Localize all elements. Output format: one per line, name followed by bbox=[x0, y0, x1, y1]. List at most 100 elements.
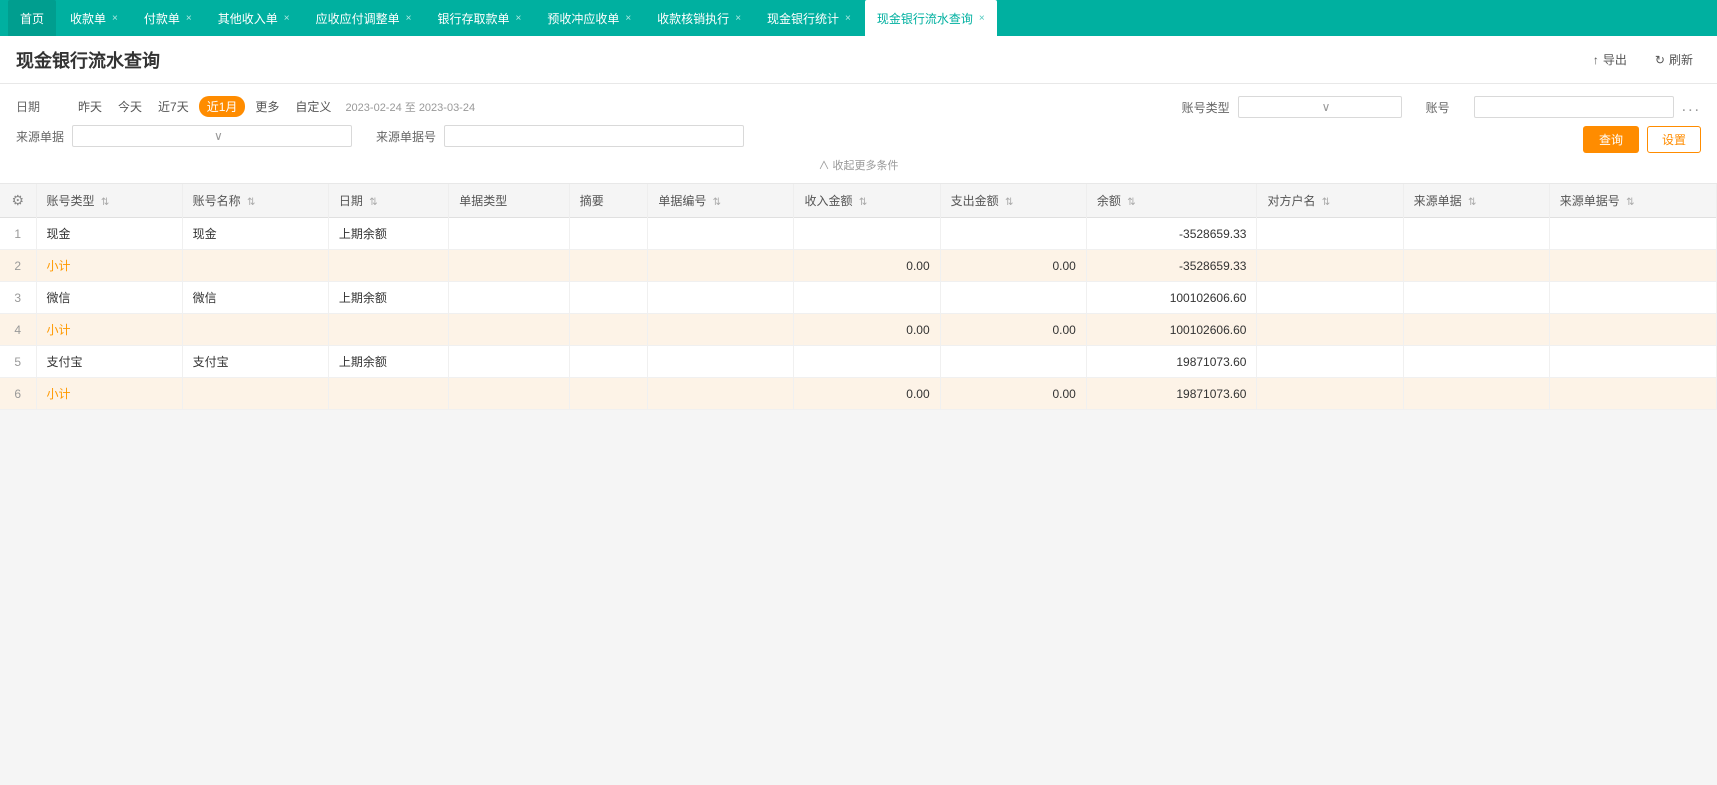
col-settings[interactable]: ⚙ bbox=[0, 184, 36, 218]
page-title: 现金银行流水查询 bbox=[16, 47, 160, 73]
account-label: 账号 bbox=[1426, 99, 1466, 116]
row-number: 6 bbox=[0, 378, 36, 410]
date-options: 昨天 今天 近7天 近1月 更多 自定义 2023-02-24 至 2023-0… bbox=[72, 96, 475, 117]
cell-income bbox=[794, 282, 940, 314]
source-doc-select[interactable]: ∨ bbox=[72, 125, 352, 147]
cell-counterparty bbox=[1257, 378, 1403, 410]
close-icon[interactable]: × bbox=[845, 13, 851, 24]
nav-tab-home[interactable]: 首页 bbox=[8, 0, 56, 36]
cell-summary bbox=[569, 218, 648, 250]
col-counterparty[interactable]: 对方户名 ⇅ bbox=[1257, 184, 1403, 218]
date-option-custom[interactable]: 自定义 bbox=[289, 96, 337, 117]
nav-tab-shoukuan-label: 收款单 bbox=[70, 10, 106, 27]
col-doc-type-label: 单据类型 bbox=[459, 194, 507, 208]
cell-source-doc bbox=[1403, 346, 1549, 378]
close-icon[interactable]: × bbox=[735, 13, 741, 24]
close-icon[interactable]: × bbox=[112, 13, 118, 24]
cell-account-type: 小计 bbox=[36, 378, 182, 410]
cell-account-name: 现金 bbox=[182, 218, 328, 250]
account-type-label: 账号类型 bbox=[1182, 99, 1230, 116]
nav-tab-shoukuan[interactable]: 收款单 × bbox=[58, 0, 130, 36]
nav-tab-fukuan[interactable]: 付款单 × bbox=[132, 0, 204, 36]
sort-icon: ⇅ bbox=[247, 197, 255, 208]
col-expense[interactable]: 支出金额 ⇅ bbox=[940, 184, 1086, 218]
sort-icon: ⇅ bbox=[1005, 197, 1013, 208]
close-icon[interactable]: × bbox=[406, 13, 412, 24]
close-icon[interactable]: × bbox=[625, 13, 631, 24]
gear-icon[interactable]: ⚙ bbox=[11, 192, 24, 208]
refresh-button[interactable]: ↻ 刷新 bbox=[1647, 47, 1701, 72]
close-icon[interactable]: × bbox=[979, 13, 985, 24]
cell-source-doc-no bbox=[1549, 218, 1716, 250]
cell-doc-type bbox=[449, 218, 569, 250]
cell-source-doc bbox=[1403, 378, 1549, 410]
nav-tab-liushui-label: 现金银行流水查询 bbox=[877, 10, 973, 27]
cell-doc-no bbox=[648, 314, 794, 346]
date-option-more[interactable]: 更多 bbox=[249, 96, 285, 117]
date-option-yesterday[interactable]: 昨天 bbox=[72, 96, 108, 117]
nav-tab-shoukuanhexiao-label: 收款核销执行 bbox=[657, 10, 729, 27]
account-dots-button[interactable]: ... bbox=[1682, 98, 1701, 116]
col-income[interactable]: 收入金额 ⇅ bbox=[794, 184, 940, 218]
col-source-doc-no[interactable]: 来源单据号 ⇅ bbox=[1549, 184, 1716, 218]
account-group: 账号 ... bbox=[1426, 96, 1701, 118]
collapse-bar[interactable]: ∧ 收起更多条件 bbox=[16, 153, 1701, 175]
cell-date bbox=[328, 250, 448, 282]
col-account-type[interactable]: 账号类型 ⇅ bbox=[36, 184, 182, 218]
date-range: 2023-02-24 至 2023-03-24 bbox=[345, 99, 475, 115]
export-button[interactable]: ↑ 导出 bbox=[1585, 47, 1635, 72]
cell-doc-no bbox=[648, 378, 794, 410]
cell-balance: 19871073.60 bbox=[1086, 378, 1257, 410]
col-source-doc[interactable]: 来源单据 ⇅ bbox=[1403, 184, 1549, 218]
date-option-7days[interactable]: 近7天 bbox=[152, 96, 195, 117]
cell-source-doc-no bbox=[1549, 378, 1716, 410]
query-button[interactable]: 查询 bbox=[1583, 126, 1639, 153]
nav-tab-shoukuanhexiao[interactable]: 收款核销执行 × bbox=[645, 0, 753, 36]
cell-expense bbox=[940, 218, 1086, 250]
source-doc-label: 来源单据 bbox=[16, 128, 64, 145]
col-doc-no[interactable]: 单据编号 ⇅ bbox=[648, 184, 794, 218]
sort-icon: ⇅ bbox=[859, 197, 867, 208]
cell-date: 上期余额 bbox=[328, 218, 448, 250]
date-option-1month[interactable]: 近1月 bbox=[199, 96, 246, 117]
close-icon[interactable]: × bbox=[515, 13, 521, 24]
col-account-name[interactable]: 账号名称 ⇅ bbox=[182, 184, 328, 218]
account-type-select[interactable]: ∨ bbox=[1238, 96, 1402, 118]
date-option-today[interactable]: 今天 bbox=[112, 96, 148, 117]
cell-account-name bbox=[182, 378, 328, 410]
nav-tab-tongji[interactable]: 现金银行统计 × bbox=[755, 0, 863, 36]
cell-doc-type bbox=[449, 346, 569, 378]
cell-source-doc-no bbox=[1549, 314, 1716, 346]
nav-tab-yinhangcunqu-label: 银行存取款单 bbox=[437, 10, 509, 27]
close-icon[interactable]: × bbox=[284, 13, 290, 24]
source-doc-no-label: 来源单据号 bbox=[376, 128, 436, 145]
col-balance-label: 余额 bbox=[1097, 194, 1121, 208]
nav-tab-liushui[interactable]: 现金银行流水查询 × bbox=[865, 0, 997, 36]
cell-date bbox=[328, 378, 448, 410]
account-input[interactable] bbox=[1474, 96, 1674, 118]
col-income-label: 收入金额 bbox=[804, 194, 852, 208]
settings-button[interactable]: 设置 bbox=[1647, 126, 1701, 153]
table-row: 6小计0.000.0019871073.60 bbox=[0, 378, 1717, 410]
table-row: 3微信微信上期余额100102606.60 bbox=[0, 282, 1717, 314]
sort-icon: ⇅ bbox=[369, 197, 377, 208]
export-icon: ↑ bbox=[1593, 53, 1599, 67]
nav-tab-yinhangcunqu[interactable]: 银行存取款单 × bbox=[425, 0, 533, 36]
cell-expense bbox=[940, 346, 1086, 378]
cell-balance: 100102606.60 bbox=[1086, 282, 1257, 314]
col-balance[interactable]: 余额 ⇅ bbox=[1086, 184, 1257, 218]
chevron-down-icon: ∨ bbox=[214, 129, 343, 143]
cell-counterparty bbox=[1257, 218, 1403, 250]
nav-tab-yingshouyingfu[interactable]: 应收应付调整单 × bbox=[304, 0, 424, 36]
nav-tab-yushouchong[interactable]: 预收冲应收单 × bbox=[535, 0, 643, 36]
cell-summary bbox=[569, 282, 648, 314]
cell-income: 0.00 bbox=[794, 314, 940, 346]
source-doc-no-input[interactable] bbox=[444, 125, 744, 147]
cell-account-name bbox=[182, 314, 328, 346]
col-date[interactable]: 日期 ⇅ bbox=[328, 184, 448, 218]
nav-tab-qitashouru[interactable]: 其他收入单 × bbox=[206, 0, 302, 36]
cell-expense: 0.00 bbox=[940, 250, 1086, 282]
cell-summary bbox=[569, 378, 648, 410]
col-summary: 摘要 bbox=[569, 184, 648, 218]
close-icon[interactable]: × bbox=[186, 13, 192, 24]
